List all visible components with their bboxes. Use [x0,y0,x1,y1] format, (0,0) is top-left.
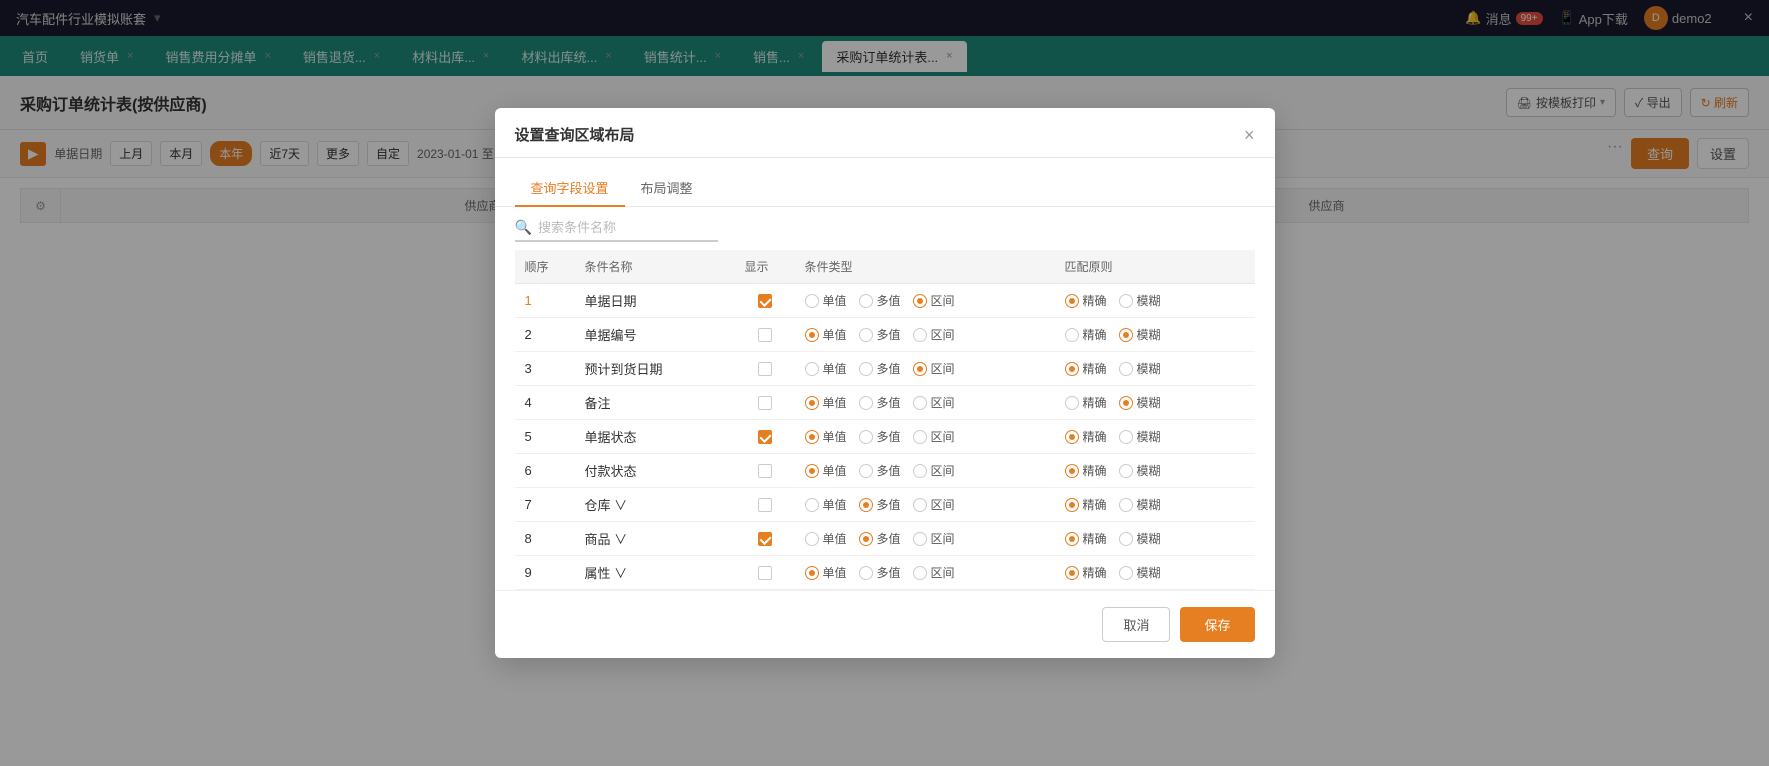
row-order: 1 [515,284,575,318]
row-condition-name: 属性 ∨ [575,556,735,590]
row-match-principle: 精确模糊 [1055,284,1255,318]
row-order: 3 [515,352,575,386]
row-condition-name: 备注 [575,386,735,420]
row-condition-type: 单值多值区间 [795,454,1055,488]
row-order: 7 [515,488,575,522]
row-order: 9 [515,556,575,590]
dialog-search-area: 🔍 [495,207,1275,250]
conditions-table-scroll: 顺序 条件名称 显示 条件类型 匹配原则 1单据日期单值多值区间精确模糊2单据编… [515,250,1255,590]
row-condition-name: 仓库 ∨ [575,488,735,522]
col-order: 顺序 [515,250,575,284]
row-show-checkbox[interactable] [735,284,795,318]
row-match-principle: 精确模糊 [1055,556,1255,590]
col-name: 条件名称 [575,250,735,284]
row-order: 2 [515,318,575,352]
table-row: 1单据日期 单值多值区间精确模糊 [515,284,1255,318]
table-row: 7仓库 ∨ 单值多值区间精确模糊 [515,488,1255,522]
row-show-checkbox[interactable] [735,556,795,590]
table-row: 9属性 ∨ 单值多值区间精确模糊 [515,556,1255,590]
search-input[interactable] [538,220,718,235]
row-order: 8 [515,522,575,556]
row-order: 4 [515,386,575,420]
table-row: 8商品 ∨ 单值多值区间精确模糊 [515,522,1255,556]
row-condition-type: 单值多值区间 [795,284,1055,318]
row-condition-name: 单据日期 [575,284,735,318]
row-match-principle: 精确模糊 [1055,522,1255,556]
row-condition-name: 单据状态 [575,420,735,454]
table-row: 6付款状态 单值多值区间精确模糊 [515,454,1255,488]
row-show-checkbox[interactable] [735,318,795,352]
dialog-body: 顺序 条件名称 显示 条件类型 匹配原则 1单据日期单值多值区间精确模糊2单据编… [495,250,1275,590]
dialog-footer: 取消 保存 [495,590,1275,658]
conditions-table: 顺序 条件名称 显示 条件类型 匹配原则 1单据日期单值多值区间精确模糊2单据编… [515,250,1255,590]
col-show: 显示 [735,250,795,284]
row-order: 5 [515,420,575,454]
row-show-checkbox[interactable] [735,386,795,420]
col-match: 匹配原则 [1055,250,1255,284]
search-icon: 🔍 [515,219,532,236]
tab-query-fields[interactable]: 查询字段设置 [515,170,625,207]
row-condition-name: 预计到货日期 [575,352,735,386]
row-condition-type: 单值多值区间 [795,386,1055,420]
row-show-checkbox[interactable] [735,488,795,522]
settings-dialog: 设置查询区域布局 × 查询字段设置 布局调整 🔍 顺序 条件名称 [495,108,1275,658]
row-show-checkbox[interactable] [735,420,795,454]
table-row: 4备注 单值多值区间精确模糊 [515,386,1255,420]
cancel-button[interactable]: 取消 [1102,607,1170,642]
row-match-principle: 精确模糊 [1055,352,1255,386]
dialog-tabs: 查询字段设置 布局调整 [495,158,1275,207]
row-match-principle: 精确模糊 [1055,318,1255,352]
row-show-checkbox[interactable] [735,522,795,556]
row-condition-type: 单值多值区间 [795,556,1055,590]
row-match-principle: 精确模糊 [1055,386,1255,420]
col-type: 条件类型 [795,250,1055,284]
row-condition-type: 单值多值区间 [795,522,1055,556]
table-row: 2单据编号 单值多值区间精确模糊 [515,318,1255,352]
dialog-header: 设置查询区域布局 × [495,108,1275,158]
row-match-principle: 精确模糊 [1055,454,1255,488]
row-condition-type: 单值多值区间 [795,420,1055,454]
row-condition-name: 商品 ∨ [575,522,735,556]
save-button[interactable]: 保存 [1180,607,1254,642]
table-row: 5单据状态 单值多值区间精确模糊 [515,420,1255,454]
row-condition-name: 付款状态 [575,454,735,488]
row-condition-type: 单值多值区间 [795,352,1055,386]
row-show-checkbox[interactable] [735,454,795,488]
row-condition-name: 单据编号 [575,318,735,352]
row-condition-type: 单值多值区间 [795,488,1055,522]
modal-overlay[interactable]: 设置查询区域布局 × 查询字段设置 布局调整 🔍 顺序 条件名称 [0,0,1769,766]
dialog-title: 设置查询区域布局 [515,124,635,145]
search-box: 🔍 [515,219,718,242]
row-show-checkbox[interactable] [735,352,795,386]
row-condition-type: 单值多值区间 [795,318,1055,352]
dialog-close-button[interactable]: × [1244,126,1255,144]
row-match-principle: 精确模糊 [1055,488,1255,522]
table-row: 3预计到货日期 单值多值区间精确模糊 [515,352,1255,386]
row-order: 6 [515,454,575,488]
row-match-principle: 精确模糊 [1055,420,1255,454]
tab-layout-adjust[interactable]: 布局调整 [625,170,709,207]
